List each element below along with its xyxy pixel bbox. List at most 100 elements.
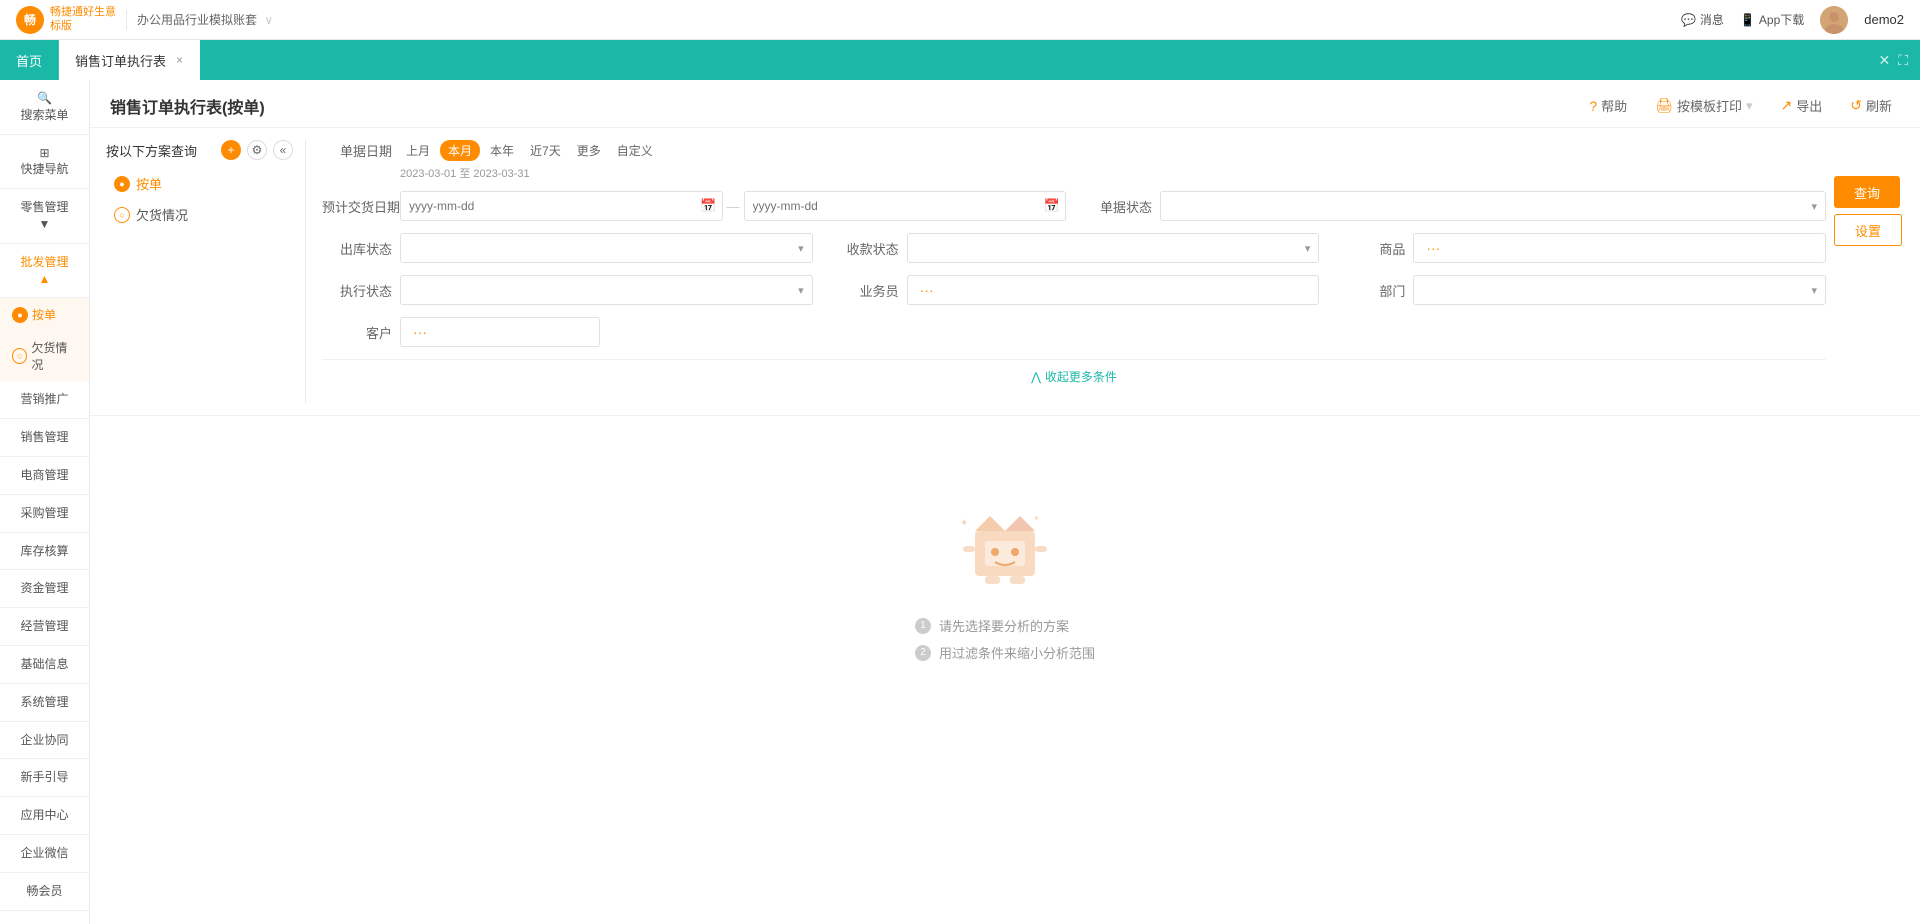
customer-label: 客户 [322,323,392,342]
print-chevron-icon: ▾ [1746,98,1753,114]
filter-left-actions: + ⚙ « [221,140,293,160]
tab-active[interactable]: 销售订单执行表 × [59,40,200,80]
action-buttons: 查询 设置 [1834,140,1904,246]
date-field: 单据日期 上月 本月 本年 近7天 更多 自定义 [322,140,659,161]
delivery-date-label: 预计交货日期 [322,197,392,216]
scheme-option-order[interactable]: ● 按单 [106,168,293,199]
breadcrumb[interactable]: 办公用品行业模拟账套 ∨ [137,11,277,28]
page-title: 销售订单执行表(按单) [110,94,265,118]
customer-picker-btn[interactable]: ··· [409,324,431,340]
sidebar-item-member[interactable]: 畅会员 [0,873,89,911]
app-download-button[interactable]: 📱 App下载 [1740,11,1804,28]
help-button[interactable]: ? 帮助 [1581,92,1635,119]
sidebar-item-wholesale[interactable]: 批发管理 ▲ [0,244,89,299]
date-tab-custom[interactable]: 自定义 [611,140,659,161]
filter-row-2: 预计交货日期 📅 — [322,191,1826,221]
settings-button[interactable]: 设置 [1834,214,1902,246]
sidebar-item-inventory[interactable]: 库存核算 [0,533,89,571]
svg-text:✦: ✦ [960,518,968,529]
filter-section-title: 按以下方案查询 [106,141,197,160]
message-icon: 💬 [1681,13,1696,27]
sidebar-item-operations[interactable]: 经营管理 [0,608,89,646]
refresh-button[interactable]: ↺ 刷新 [1842,92,1900,119]
tab-bar: 首页 销售订单执行表 × ✕ ⛶ [0,40,1920,80]
filter-row-1: 单据日期 上月 本月 本年 近7天 更多 自定义 [322,140,1826,161]
print-template-button[interactable]: 🖨 按模板打印 ▾ [1647,92,1760,119]
sidebar-item-search[interactable]: 🔍 搜索菜单 [0,80,89,135]
delivery-status-field: 出库状态 [322,233,813,263]
goods-label: 商品 [1335,239,1405,258]
date-tabs: 上月 本月 本年 近7天 更多 自定义 [400,140,659,161]
dept-field: 部门 [1335,275,1826,305]
dept-label: 部门 [1335,281,1405,300]
avatar[interactable] [1820,6,1848,34]
calendar-end-icon[interactable]: 📅 [1044,198,1060,214]
sidebar-item-basic-info[interactable]: 基础信息 [0,646,89,684]
delivery-date-start-input[interactable] [400,191,723,221]
brand-logo[interactable]: 畅 畅捷通好生意 标版 [16,6,116,34]
empty-tip-2: 2 用过滤条件来缩小分析范围 [915,643,1095,662]
date-tab-last-month[interactable]: 上月 [400,140,436,161]
date-label: 单据日期 [322,141,392,160]
sidebar-item-finance[interactable]: 资金管理 [0,570,89,608]
collapse-scheme-button[interactable]: « [273,140,293,160]
dept-select[interactable] [1413,275,1826,305]
date-tab-this-year[interactable]: 本年 [484,140,520,161]
date-tab-this-month[interactable]: 本月 [440,140,480,161]
search-icon: 🔍 [37,90,52,107]
chevron-up-icon: ▲ [39,271,51,288]
sidebar-item-ecommerce[interactable]: 电商管理 [0,457,89,495]
goods-picker-btn[interactable]: ··· [1422,240,1444,256]
customer-field: 客户 ··· [322,317,600,347]
sidebar-sub-item-shortage[interactable]: ○ 欠货情况 [0,331,89,381]
salesperson-picker-btn[interactable]: ··· [916,282,938,298]
breadcrumb-arrow-icon: ∨ [264,13,273,27]
sidebar-item-sales[interactable]: 销售管理 [0,419,89,457]
payment-status-field: 收款状态 [829,233,1320,263]
filter-left-header: 按以下方案查询 + ⚙ « [106,140,293,160]
tab-bar-right: ✕ ⛶ [1866,40,1920,80]
empty-tip-1: 1 请先选择要分析的方案 [915,616,1095,635]
sidebar-item-guide[interactable]: 新手引导 [0,759,89,797]
scheme-settings-button[interactable]: ⚙ [247,140,267,160]
order-status-select[interactable] [1160,191,1826,221]
grid-icon: ⊞ [39,145,49,162]
tab-minimize-icon[interactable]: ✕ [1878,52,1890,69]
delivery-date-start-wrap: 📅 [400,191,723,221]
sidebar-item-apps[interactable]: 应用中心 [0,797,89,835]
calendar-start-icon[interactable]: 📅 [700,198,716,214]
payment-status-select[interactable] [907,233,1320,263]
tip-num-1: 1 [915,618,931,634]
refresh-icon: ↺ [1850,97,1862,114]
tab-close-icon[interactable]: × [176,53,183,67]
delivery-status-select[interactable] [400,233,813,263]
collapse-conditions-button[interactable]: ⋀ 收起更多条件 [322,359,1826,393]
sidebar-item-wechat[interactable]: 企业微信 [0,835,89,873]
help-icon: ? [1589,98,1597,114]
divider [126,10,127,30]
sidebar-item-enterprise[interactable]: 企业协同 [0,722,89,760]
execution-status-select[interactable] [400,275,813,305]
date-tab-more[interactable]: 更多 [571,140,607,161]
tab-expand-icon[interactable]: ⛶ [1898,52,1908,69]
message-button[interactable]: 💬 消息 [1681,11,1724,28]
add-scheme-button[interactable]: + [221,140,241,160]
delivery-date-end-input[interactable] [744,191,1067,221]
sidebar-sub-menu: ● 按单 ○ 欠货情况 [0,298,89,381]
sidebar-sub-item-order[interactable]: ● 按单 [0,298,89,331]
scheme-option-shortage[interactable]: ○ 欠货情况 [106,199,293,230]
top-bar-right: 💬 消息 📱 App下载 demo2 [1681,6,1904,34]
sidebar-item-retail[interactable]: 零售管理 ▼ [0,189,89,244]
date-tab-7days[interactable]: 近7天 [524,140,567,161]
sidebar-item-purchase[interactable]: 采购管理 [0,495,89,533]
tab-home[interactable]: 首页 [0,40,59,80]
brand-icon: 畅 [16,6,44,34]
sidebar-item-system[interactable]: 系统管理 [0,684,89,722]
query-button[interactable]: 查询 [1834,176,1900,208]
delivery-date-inputs: 📅 — 📅 [400,191,1066,221]
export-button[interactable]: ↗ 导出 [1773,92,1831,119]
date-range-container: 上月 本月 本年 近7天 更多 自定义 [400,140,659,161]
sidebar-item-marketing[interactable]: 营销推广 [0,381,89,419]
execution-status-field: 执行状态 [322,275,813,305]
sidebar-item-shortcut[interactable]: ⊞ 快捷导航 [0,135,89,190]
